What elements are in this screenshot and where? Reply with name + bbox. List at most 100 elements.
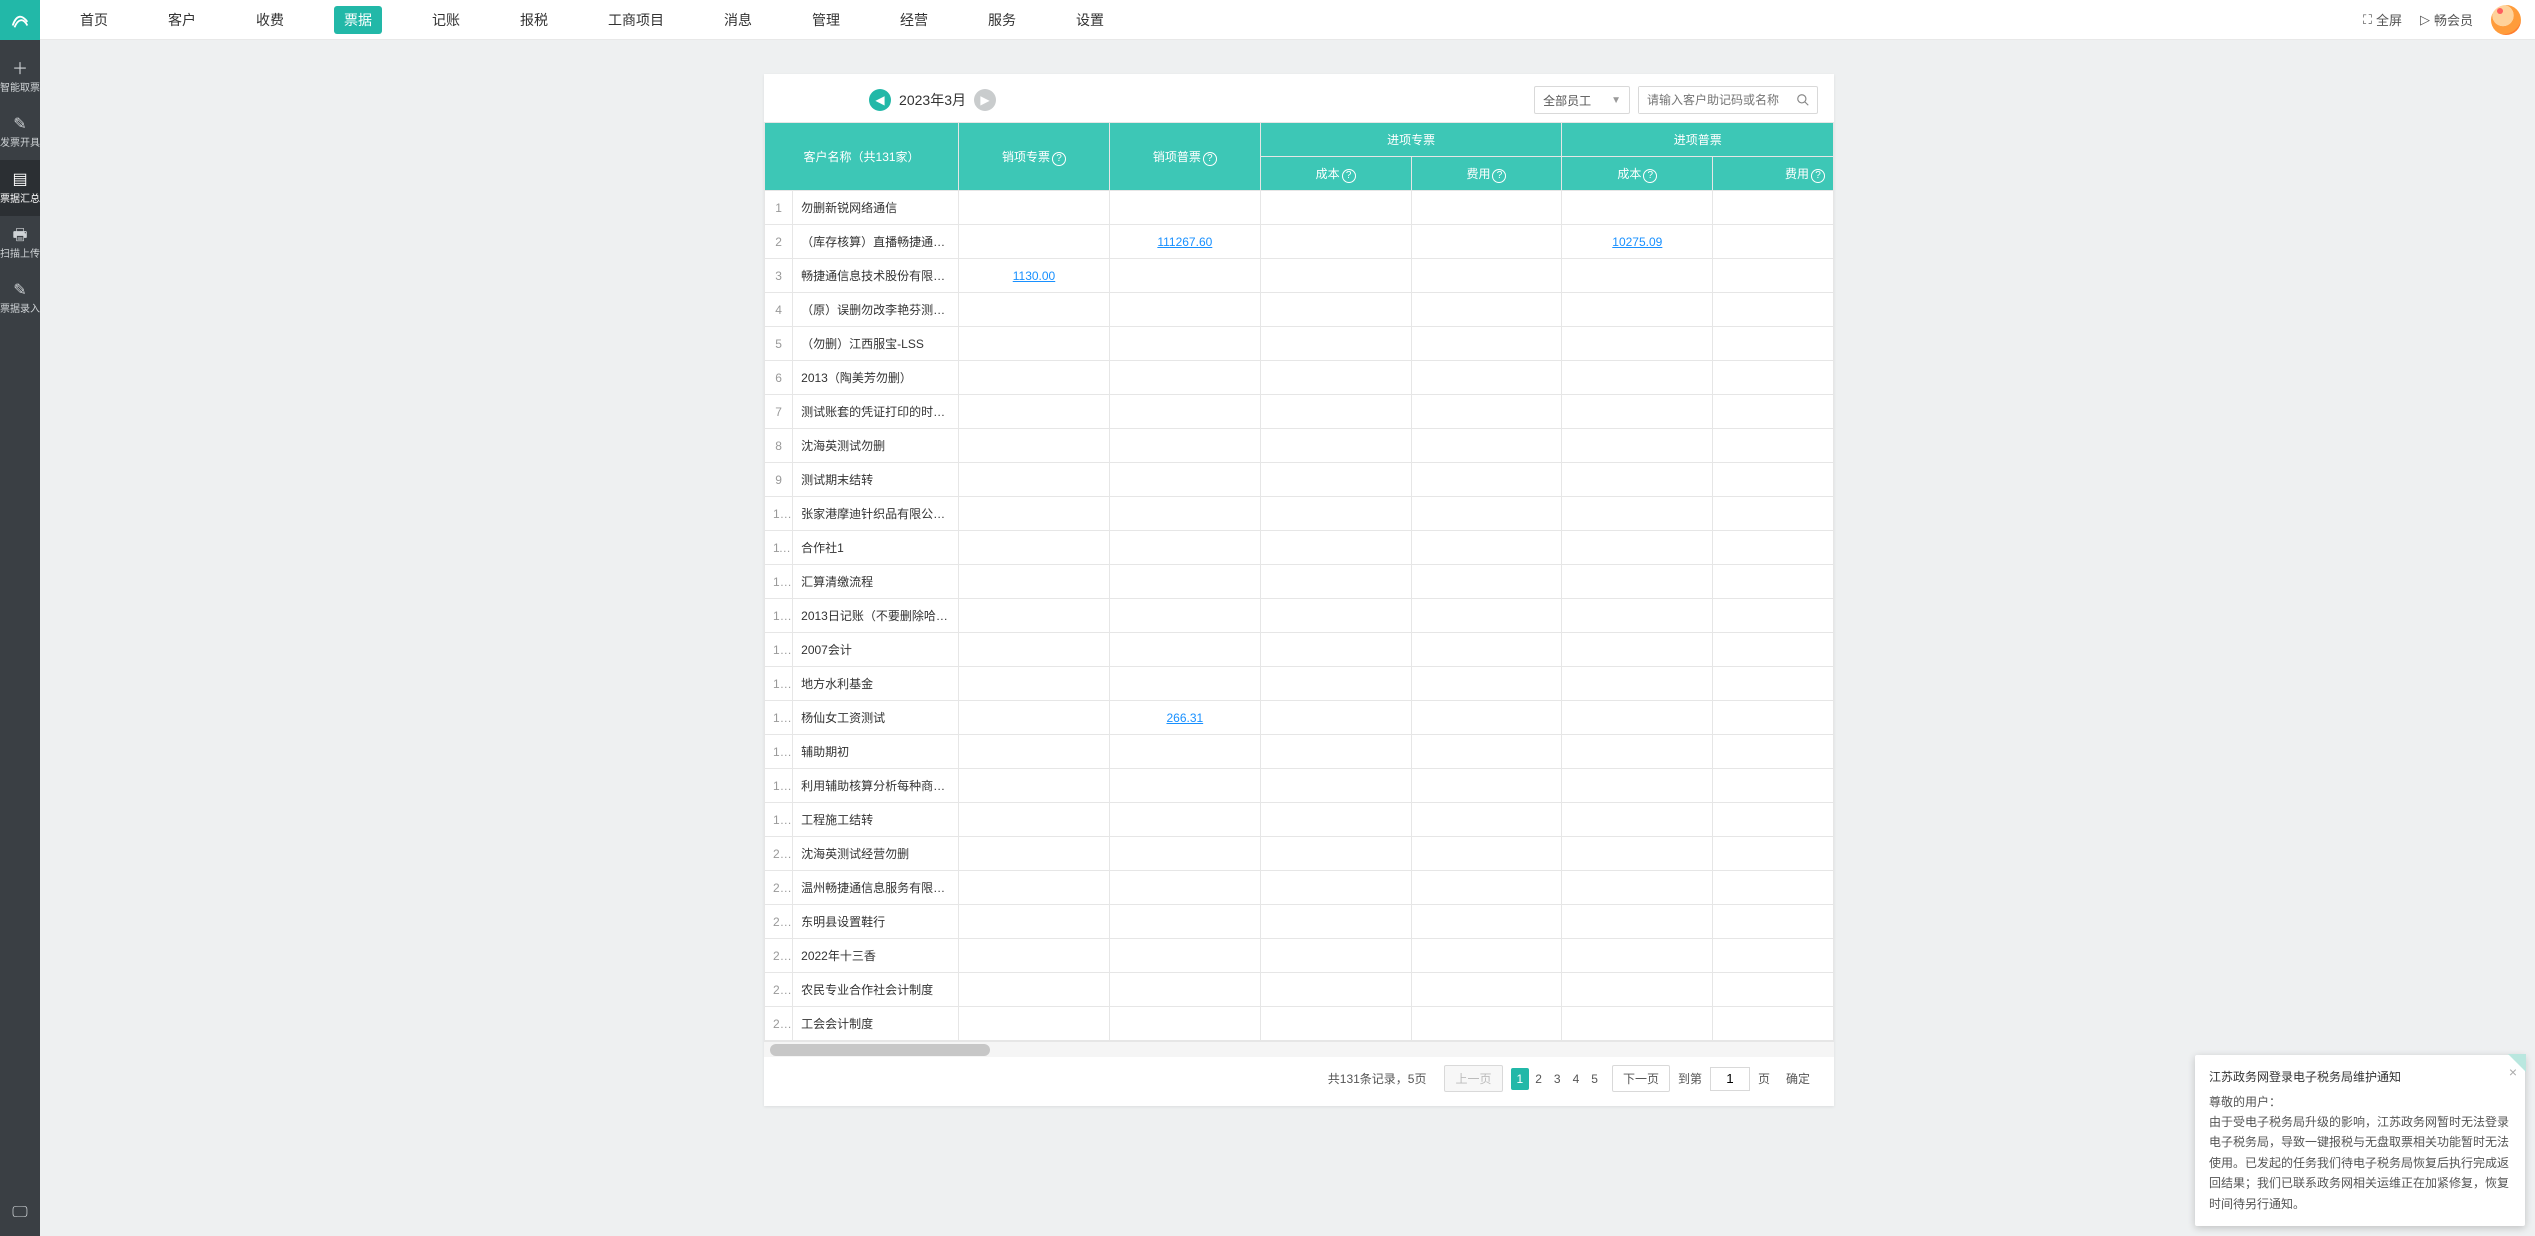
goto-input[interactable] [1710,1067,1750,1091]
period-next-button[interactable]: ▶ [974,89,996,111]
nav-item-3[interactable]: 票据 [334,6,382,34]
help-icon[interactable]: ? [1643,169,1657,183]
help-icon[interactable]: ? [1203,152,1217,166]
row-index: 10 [765,497,793,531]
nav-item-0[interactable]: 首页 [70,6,118,34]
th-po-expense: 费用? [1713,157,1834,191]
cell-po-cost [1562,973,1713,1007]
fullscreen-button[interactable]: ⛶ 全屏 [2363,10,2402,29]
th-customer: 客户名称（共131家） [765,123,959,191]
sidebar-item-3[interactable]: 🖶扫描上传 [0,216,40,271]
table-row[interactable]: 16杨仙女工资测试266.31 [765,701,1834,735]
table-row[interactable]: 4（原）误删勿改李艳芬测试账… [765,293,1834,327]
row-name: 东明县设置鞋行 [793,905,959,939]
table-row[interactable]: 5（勿删）江西服宝-LSS [765,327,1834,361]
goto-confirm-button[interactable]: 确定 [1778,1066,1818,1091]
table-row[interactable]: 17辅助期初 [765,735,1834,769]
table-row[interactable]: 8沈海英测试勿删 [765,429,1834,463]
table-body: 1勿删新锐网络通信2（库存核算）直播畅捷通信…111267.6010275.09… [765,191,1834,1041]
help-icon[interactable]: ? [1342,169,1356,183]
logo-icon [9,9,31,31]
sidebar-label: 智能取票 [0,83,40,94]
nav-item-7[interactable]: 消息 [714,6,762,34]
table-row[interactable]: 24农民专业合作社会计制度 [765,973,1834,1007]
table-row[interactable]: 9测试期末结转 [765,463,1834,497]
table-row[interactable]: 11合作社1 [765,531,1834,565]
nav-item-5[interactable]: 报税 [510,6,558,34]
cell-po-expense [1713,701,1834,735]
help-icon[interactable]: ? [1052,152,1066,166]
notify-line1: 尊敬的用户： [2209,1092,2511,1112]
table-row[interactable]: 22东明县设置鞋行 [765,905,1834,939]
pager-page-4[interactable]: 4 [1567,1068,1586,1090]
period-prev-button[interactable]: ◀ [869,89,891,111]
cell-sale-ordinary [1109,667,1260,701]
row-index: 22 [765,905,793,939]
cell-ps-expense [1411,497,1562,531]
sidebar-item-0[interactable]: ＋智能取票 [0,50,40,105]
nav-item-1[interactable]: 客户 [158,6,206,34]
sidebar-bottom-icon[interactable]: 🖵 [12,1190,27,1236]
goto-prefix: 到第 [1678,1070,1702,1087]
help-icon[interactable]: ? [1811,169,1825,183]
table-row[interactable]: 21温州畅捷通信息服务有限… [765,871,1834,905]
row-index: 12 [765,565,793,599]
table-row[interactable]: 3畅捷通信息技术股份有限公…1130.00 [765,259,1834,293]
pager-page-1[interactable]: 1 [1511,1068,1530,1090]
row-index: 7 [765,395,793,429]
cell-sale-ordinary-link[interactable]: 111267.60 [1157,235,1212,249]
table-row[interactable]: 132013日记账（不要删除哈… [765,599,1834,633]
pager-next-button[interactable]: 下一页 [1612,1065,1670,1092]
table-row[interactable]: 2（库存核算）直播畅捷通信…111267.6010275.09 [765,225,1834,259]
table-row[interactable]: 142007会计 [765,633,1834,667]
help-icon[interactable]: ? [1492,169,1506,183]
nav-item-9[interactable]: 经营 [890,6,938,34]
cell-sale-special: 1130.00 [959,259,1110,293]
sidebar-item-1[interactable]: ✎发票开具 [0,105,40,160]
sidebar-label: 票据汇总 [0,194,40,205]
row-name: 2022年十三香 [793,939,959,973]
nav-item-8[interactable]: 管理 [802,6,850,34]
nav-item-2[interactable]: 收费 [246,6,294,34]
table-row[interactable]: 20沈海英测试经营勿删 [765,837,1834,871]
cell-sale-ordinary-link[interactable]: 266.31 [1166,711,1203,725]
horizontal-scrollbar[interactable] [764,1041,1834,1057]
sidebar-item-4[interactable]: ✎票据录入 [0,271,40,326]
cell-ps-expense [1411,599,1562,633]
table-row[interactable]: 1勿删新锐网络通信 [765,191,1834,225]
pager-page-3[interactable]: 3 [1548,1068,1567,1090]
table-row[interactable]: 18利用辅助核算分析每种商… [765,769,1834,803]
cell-sale-ordinary [1109,905,1260,939]
pager-page-2[interactable]: 2 [1529,1068,1548,1090]
table-row[interactable]: 15地方水利基金 [765,667,1834,701]
nav-item-11[interactable]: 设置 [1066,6,1114,34]
table-row[interactable]: 10张家港摩迪针织品有限公… [765,497,1834,531]
cell-po-cost-link[interactable]: 10275.09 [1612,235,1662,249]
cell-sale-special-link[interactable]: 1130.00 [1013,269,1056,283]
member-button[interactable]: ▷ 畅会员 [2420,10,2473,29]
cell-ps-cost [1260,667,1411,701]
table-row[interactable]: 25工会会计制度 [765,1007,1834,1041]
pager-prev-button[interactable]: 上一页 [1444,1065,1502,1092]
sidebar-icon: ✎ [0,115,40,134]
nav-item-6[interactable]: 工商项目 [598,6,674,34]
notify-close-button[interactable]: × [2509,1061,2517,1085]
pager-page-5[interactable]: 5 [1585,1068,1604,1090]
table-row[interactable]: 12汇算清缴流程 [765,565,1834,599]
table-row[interactable]: 62013（陶美芳勿删） [765,361,1834,395]
cell-sale-special [959,225,1110,259]
table-row[interactable]: 19工程施工结转 [765,803,1834,837]
table-row[interactable]: 7测试账套的凭证打印的时候… [765,395,1834,429]
avatar[interactable] [2491,5,2521,35]
cell-sale-ordinary [1109,837,1260,871]
sidebar-item-2[interactable]: ▤票据汇总 [0,160,40,215]
nav-item-10[interactable]: 服务 [978,6,1026,34]
row-name: 地方水利基金 [793,667,959,701]
search-input[interactable] [1639,87,1789,113]
search-button[interactable] [1789,87,1817,113]
nav-item-4[interactable]: 记账 [422,6,470,34]
table-row[interactable]: 232022年十三香 [765,939,1834,973]
scrollbar-thumb[interactable] [770,1044,990,1056]
employee-select[interactable]: 全部员工 ▼ [1534,86,1630,114]
cell-sale-ordinary [1109,599,1260,633]
